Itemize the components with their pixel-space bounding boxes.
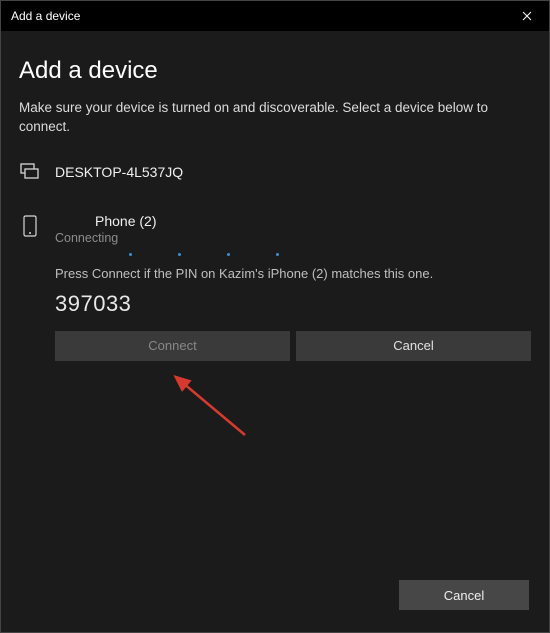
pairing-buttons: Connect Cancel <box>55 331 531 361</box>
annotation-arrow <box>173 369 263 449</box>
dialog-content: Add a device Make sure your device is tu… <box>1 31 549 361</box>
device-item-desktop[interactable]: DESKTOP-4L537JQ <box>19 159 531 185</box>
footer-cancel-button[interactable]: Cancel <box>399 580 529 610</box>
progress-dots <box>129 253 531 256</box>
titlebar: Add a device <box>1 1 549 31</box>
dialog-footer: Cancel <box>399 580 529 610</box>
phone-name: Phone (2) <box>55 213 156 229</box>
device-item-phone: Phone (2) Connecting Press Connect if th… <box>19 213 531 361</box>
page-title: Add a device <box>19 57 531 85</box>
connect-button[interactable]: Connect <box>55 331 290 361</box>
pin-instruction: Press Connect if the PIN on Kazim's iPho… <box>55 266 531 281</box>
close-icon <box>522 11 532 21</box>
add-device-dialog: Add a device Add a device Make sure your… <box>0 0 550 633</box>
device-label: DESKTOP-4L537JQ <box>55 164 183 180</box>
pin-code: 397033 <box>55 291 531 317</box>
desktop-icon <box>19 163 41 181</box>
phone-icon <box>19 215 41 237</box>
page-subtext: Make sure your device is turned on and d… <box>19 99 531 137</box>
cancel-pair-button[interactable]: Cancel <box>296 331 531 361</box>
close-button[interactable] <box>505 1 549 31</box>
phone-info: Phone (2) Connecting <box>55 213 156 245</box>
titlebar-title: Add a device <box>11 9 80 23</box>
phone-status: Connecting <box>55 231 156 245</box>
